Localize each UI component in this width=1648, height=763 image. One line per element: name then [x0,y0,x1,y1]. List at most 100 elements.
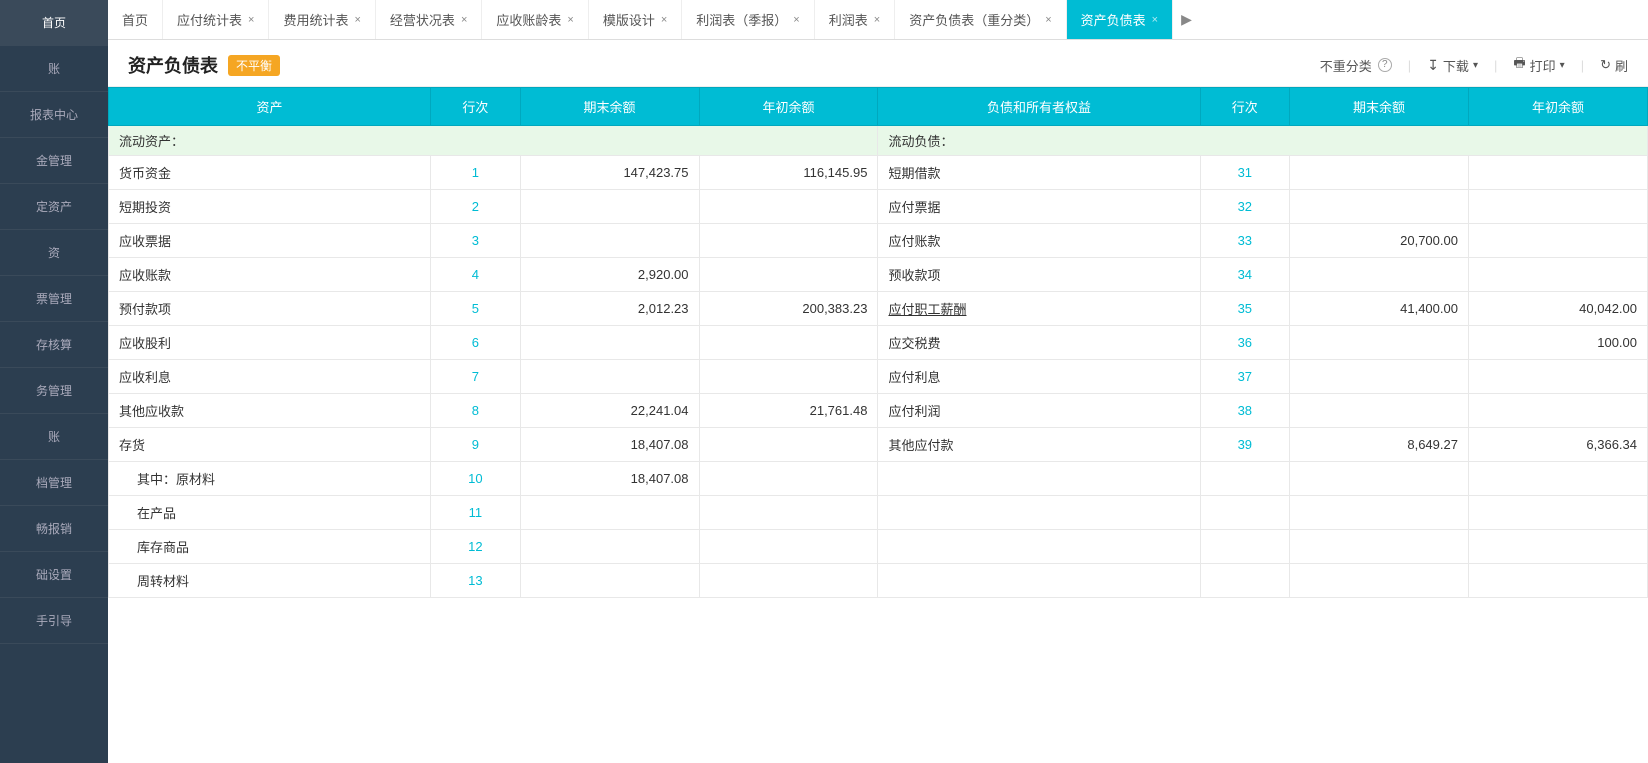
sidebar-item-fund-mgmt[interactable]: 金管理 [0,138,108,184]
asset-end-balance[interactable]: 2,012.23 [520,292,699,326]
tab-scroll-right[interactable]: ▶ [1173,11,1200,28]
asset-name[interactable]: 应收账款 [109,258,431,292]
asset-name[interactable]: 在产品 [109,496,431,530]
liability-start-balance[interactable] [1468,156,1647,190]
asset-end-balance[interactable] [520,190,699,224]
liability-start-balance[interactable] [1468,530,1647,564]
close-tab-balance-reclassified[interactable]: × [1045,14,1051,26]
liability-name[interactable] [878,564,1200,598]
close-tab-profit[interactable]: × [874,14,880,26]
close-tab-balance-sheet[interactable]: × [1152,14,1158,26]
liability-start-balance[interactable] [1468,496,1647,530]
liability-end-balance[interactable] [1290,462,1469,496]
liability-end-balance[interactable] [1290,394,1469,428]
asset-end-balance[interactable]: 18,407.08 [520,462,699,496]
asset-start-balance[interactable] [699,190,878,224]
asset-name[interactable]: 货币资金 [109,156,431,190]
tab-expense-stats[interactable]: 费用统计表 × [269,0,375,40]
no-reclassify-action[interactable]: 不重分类 ? [1320,56,1392,75]
asset-start-balance[interactable]: 116,145.95 [699,156,878,190]
liability-start-balance[interactable] [1468,564,1647,598]
asset-name[interactable]: 存货 [109,428,431,462]
asset-end-balance[interactable]: 147,423.75 [520,156,699,190]
liability-end-balance[interactable] [1290,564,1469,598]
asset-name[interactable]: 其中：原材料 [109,462,431,496]
liability-name[interactable]: 应交税费 [878,326,1200,360]
asset-end-balance[interactable] [520,530,699,564]
liability-start-balance[interactable] [1468,258,1647,292]
tab-balance-sheet[interactable]: 资产负债表 × [1067,0,1173,40]
asset-start-balance[interactable]: 21,761.48 [699,394,878,428]
asset-name[interactable]: 库存商品 [109,530,431,564]
liability-name[interactable] [878,530,1200,564]
liability-name[interactable]: 应付票据 [878,190,1200,224]
asset-name[interactable]: 应收股利 [109,326,431,360]
asset-start-balance[interactable] [699,564,878,598]
liability-start-balance[interactable] [1468,394,1647,428]
liability-name[interactable]: 应付利息 [878,360,1200,394]
asset-end-balance[interactable]: 18,407.08 [520,428,699,462]
sidebar-item-guide[interactable]: 手引导 [0,598,108,644]
asset-name[interactable]: 应收票据 [109,224,431,258]
sidebar-item-basic-settings[interactable]: 础设置 [0,552,108,598]
asset-start-balance[interactable] [699,258,878,292]
liability-end-balance[interactable]: 8,649.27 [1290,428,1469,462]
close-tab-payable-stats[interactable]: × [248,14,254,26]
sidebar-item-archive-mgmt[interactable]: 档管理 [0,460,108,506]
asset-start-balance[interactable]: 200,383.23 [699,292,878,326]
liability-end-balance[interactable] [1290,360,1469,394]
liability-name[interactable] [878,496,1200,530]
liability-start-balance[interactable] [1468,224,1647,258]
sidebar-item-home[interactable]: 首页 [0,0,108,46]
liability-name[interactable]: 应付职工薪酬 [878,292,1200,326]
refresh-action[interactable]: ↻ 刷 [1600,56,1628,75]
liability-name[interactable]: 应付利润 [878,394,1200,428]
tab-template-design[interactable]: 模版设计 × [589,0,682,40]
sidebar-item-report-center[interactable]: 报表中心 [0,92,108,138]
liability-name[interactable] [878,462,1200,496]
sidebar-item-bookkeeping[interactable]: 账 [0,414,108,460]
sidebar-item-assets[interactable]: 资 [0,230,108,276]
asset-name[interactable]: 其他应收款 [109,394,431,428]
sidebar-item-business-mgmt[interactable]: 务管理 [0,368,108,414]
liability-end-balance[interactable] [1290,326,1469,360]
liability-start-balance[interactable]: 40,042.00 [1468,292,1647,326]
asset-start-balance[interactable] [699,360,878,394]
print-action[interactable]: 🖶 打印 ▾ [1513,54,1564,76]
liability-start-balance[interactable] [1468,360,1647,394]
asset-start-balance[interactable] [699,326,878,360]
liability-start-balance[interactable] [1468,190,1647,224]
close-tab-template-design[interactable]: × [661,14,667,26]
liability-end-balance[interactable]: 41,400.00 [1290,292,1469,326]
liability-end-balance[interactable] [1290,496,1469,530]
liability-name[interactable]: 短期借款 [878,156,1200,190]
asset-name[interactable]: 短期投资 [109,190,431,224]
sidebar-item-ledger[interactable]: 账 [0,46,108,92]
tab-receivable-aging[interactable]: 应收账龄表 × [482,0,588,40]
close-tab-profit-quarterly[interactable]: × [793,14,799,26]
asset-start-balance[interactable] [699,224,878,258]
liability-end-balance[interactable] [1290,190,1469,224]
liability-start-balance[interactable] [1468,462,1647,496]
sidebar-item-inventory-accounting[interactable]: 存核算 [0,322,108,368]
asset-start-balance[interactable] [699,496,878,530]
sidebar-item-expense[interactable]: 畅报销 [0,506,108,552]
tab-balance-reclassified[interactable]: 资产负债表（重分类） × [895,0,1066,40]
asset-name[interactable]: 预付款项 [109,292,431,326]
tab-home[interactable]: 首页 [108,0,163,40]
liability-end-balance[interactable] [1290,156,1469,190]
asset-start-balance[interactable] [699,462,878,496]
liability-end-balance[interactable] [1290,258,1469,292]
liability-name[interactable]: 预收款项 [878,258,1200,292]
tab-operations[interactable]: 经营状况表 × [376,0,482,40]
asset-end-balance[interactable]: 2,920.00 [520,258,699,292]
liability-end-balance[interactable]: 20,700.00 [1290,224,1469,258]
liability-name[interactable]: 应付账款 [878,224,1200,258]
asset-end-balance[interactable] [520,224,699,258]
liability-start-balance[interactable]: 6,366.34 [1468,428,1647,462]
asset-end-balance[interactable] [520,326,699,360]
sidebar-item-ticket-mgmt[interactable]: 票管理 [0,276,108,322]
asset-start-balance[interactable] [699,530,878,564]
close-tab-receivable-aging[interactable]: × [567,14,573,26]
asset-end-balance[interactable] [520,360,699,394]
